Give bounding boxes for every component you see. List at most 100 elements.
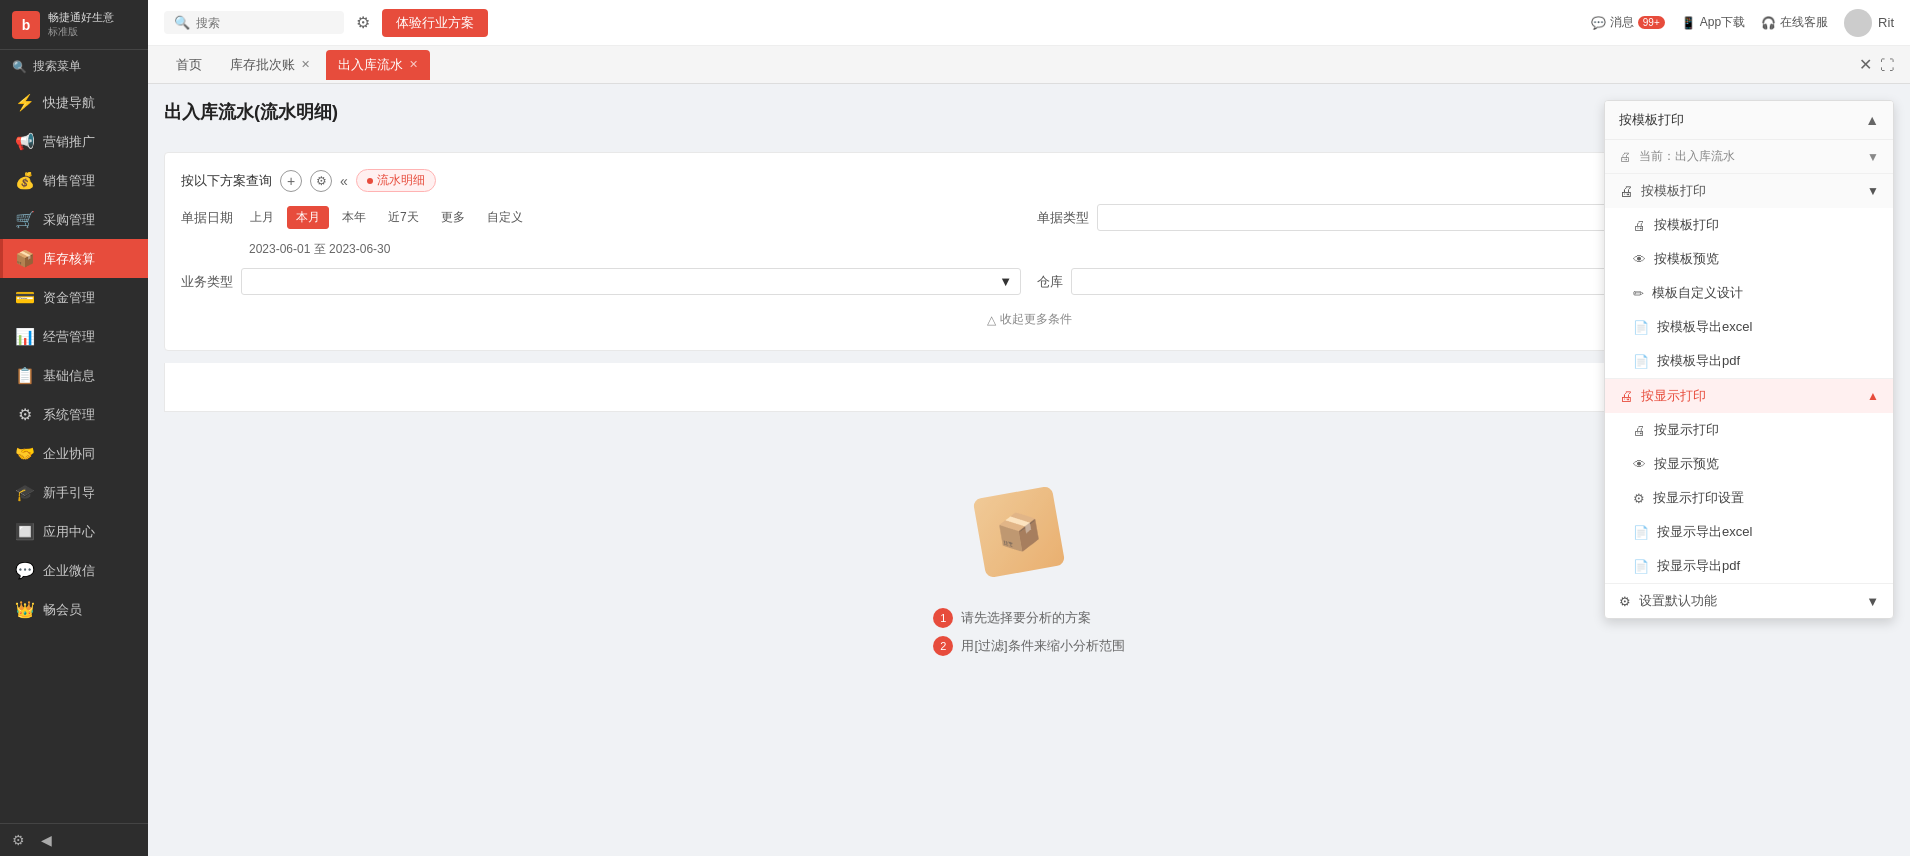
tab-home[interactable]: 首页: [164, 50, 214, 80]
template-export-excel-label: 按模板导出excel: [1657, 318, 1752, 336]
template-section-icon: 🖨: [1619, 183, 1633, 199]
type-label: 单据类型: [1037, 209, 1089, 227]
template-custom-label: 模板自定义设计: [1652, 284, 1743, 302]
user-area[interactable]: Rit: [1844, 9, 1894, 37]
sidebar-collapse-btn[interactable]: ◀: [41, 832, 52, 848]
sidebar-item-member[interactable]: 👑 畅会员: [0, 590, 148, 629]
empty-step-2: 2 用[过滤]条件来缩小分析范围: [933, 636, 1124, 656]
app-name: 畅捷通好生意: [48, 10, 114, 25]
display-print-item[interactable]: 🖨 按显示打印: [1605, 413, 1893, 447]
business-type-select[interactable]: ▼: [241, 268, 1021, 295]
app-logo-icon: b: [12, 11, 40, 39]
date-btn-this-month[interactable]: 本月: [287, 206, 329, 229]
message-button[interactable]: 💬 消息 99+: [1591, 14, 1665, 31]
online-service-button[interactable]: 🎧 在线客服: [1761, 14, 1828, 31]
sidebar-item-wechat[interactable]: 💬 企业微信: [0, 551, 148, 590]
sales-icon: 💰: [15, 171, 35, 190]
sidebar-item-label: 销售管理: [43, 172, 95, 190]
wechat-icon: 💬: [15, 561, 35, 580]
template-export-excel-item[interactable]: 📄 按模板导出excel: [1605, 310, 1893, 344]
sidebar-item-label: 经营管理: [43, 328, 95, 346]
app-name-block: 畅捷通好生意 标准版: [48, 10, 114, 39]
template-print-item[interactable]: 🖨 按模板打印: [1605, 208, 1893, 242]
display-export-pdf-item[interactable]: 📄 按显示导出pdf: [1605, 549, 1893, 583]
display-export-excel-item[interactable]: 📄 按显示导出excel: [1605, 515, 1893, 549]
date-btn-this-year[interactable]: 本年: [333, 206, 375, 229]
sidebar-item-sales[interactable]: 💰 销售管理: [0, 161, 148, 200]
date-label: 单据日期: [181, 209, 233, 227]
sidebar-item-inventory[interactable]: 📦 库存核算: [0, 239, 148, 278]
display-print-icon: 🖨: [1633, 423, 1646, 438]
template-custom-icon: ✏: [1633, 286, 1644, 301]
sidebar-item-operations[interactable]: 📊 经营管理: [0, 317, 148, 356]
date-field: 单据日期 上月 本月 本年 近7天 更多 自定义: [181, 206, 1021, 229]
topbar-right: 💬 消息 99+ 📱 App下载 🎧 在线客服 Rit: [1591, 9, 1894, 37]
step-1-text: 请先选择要分析的方案: [961, 609, 1091, 627]
filter-settings-button[interactable]: ⚙: [310, 170, 332, 192]
purchase-icon: 🛒: [15, 210, 35, 229]
tab-inout-flow-close[interactable]: ✕: [409, 58, 418, 71]
step-2-text: 用[过滤]条件来缩小分析范围: [961, 637, 1124, 655]
sidebar-item-app-center[interactable]: 🔲 应用中心: [0, 512, 148, 551]
filter-collapse-button[interactable]: «: [340, 173, 348, 189]
basic-icon: 📋: [15, 366, 35, 385]
sidebar-item-label: 采购管理: [43, 211, 95, 229]
tab-inout-flow[interactable]: 出入库流水 ✕: [326, 50, 430, 80]
display-print-settings-item[interactable]: ⚙ 按显示打印设置: [1605, 481, 1893, 515]
dropdown-template-section-header[interactable]: 🖨 按模板打印 ▼: [1605, 174, 1893, 208]
message-badge: 99+: [1638, 16, 1665, 29]
sidebar-item-quick-nav[interactable]: ⚡ 快捷导航: [0, 83, 148, 122]
inventory-icon: 📦: [15, 249, 35, 268]
user-name: Rit: [1878, 15, 1894, 30]
sidebar-item-system[interactable]: ⚙ 系统管理: [0, 395, 148, 434]
sidebar-item-marketing[interactable]: 📢 营销推广: [0, 122, 148, 161]
date-btn-last-month[interactable]: 上月: [241, 206, 283, 229]
tabs-expand-button[interactable]: ⛶: [1880, 57, 1894, 73]
app-download-icon: 📱: [1681, 16, 1696, 30]
app-download-button[interactable]: 📱 App下载: [1681, 14, 1745, 31]
sidebar-item-guide[interactable]: 🎓 新手引导: [0, 473, 148, 512]
template-print-item-icon: 🖨: [1633, 218, 1646, 233]
sidebar-settings-btn[interactable]: ⚙: [12, 832, 25, 848]
sidebar-item-basic[interactable]: 📋 基础信息: [0, 356, 148, 395]
sidebar-item-label: 系统管理: [43, 406, 95, 424]
current-template-arrow: ▼: [1867, 150, 1879, 164]
template-export-pdf-icon: 📄: [1633, 354, 1649, 369]
sidebar: b 畅捷通好生意 标准版 🔍 搜索菜单 ⚡ 快捷导航 📢 营销推广 💰 销售管理…: [0, 0, 148, 856]
display-print-settings-icon: ⚙: [1633, 491, 1645, 506]
template-preview-item[interactable]: 👁 按模板预览: [1605, 242, 1893, 276]
display-section-label: 按显示打印: [1641, 387, 1706, 405]
date-btn-last-7-days[interactable]: 近7天: [379, 206, 428, 229]
topbar-search-input[interactable]: [196, 16, 316, 30]
dropdown-header-actions: ▲: [1865, 112, 1879, 128]
dropdown-footer[interactable]: ⚙ 设置默认功能 ▼: [1605, 584, 1893, 618]
template-export-pdf-item[interactable]: 📄 按模板导出pdf: [1605, 344, 1893, 378]
tab-batch-account-close[interactable]: ✕: [301, 58, 310, 71]
template-preview-label: 按模板预览: [1654, 250, 1719, 268]
filter-add-button[interactable]: +: [280, 170, 302, 192]
date-btn-more[interactable]: 更多: [432, 206, 474, 229]
sidebar-search[interactable]: 🔍 搜索菜单: [0, 50, 148, 83]
topbar-gear-icon[interactable]: ⚙: [356, 13, 370, 32]
display-preview-item[interactable]: 👁 按显示预览: [1605, 447, 1893, 481]
filter-tag-item[interactable]: 流水明细: [356, 169, 436, 192]
dropdown-collapse-button[interactable]: ▲: [1865, 112, 1879, 128]
industry-solution-button[interactable]: 体验行业方案: [382, 9, 488, 37]
template-custom-item[interactable]: ✏ 模板自定义设计: [1605, 276, 1893, 310]
sidebar-item-finance[interactable]: 💳 资金管理: [0, 278, 148, 317]
dropdown-display-section-header[interactable]: 🖨 按显示打印 ▲: [1605, 379, 1893, 413]
sidebar-item-enterprise[interactable]: 🤝 企业协同: [0, 434, 148, 473]
tabs-bar: 首页 库存批次账 ✕ 出入库流水 ✕ ✕ ⛶: [148, 46, 1910, 84]
warehouse-label: 仓库: [1037, 273, 1063, 291]
tab-batch-account[interactable]: 库存批次账 ✕: [218, 50, 322, 80]
topbar-search-box[interactable]: 🔍: [164, 11, 344, 34]
member-icon: 👑: [15, 600, 35, 619]
sidebar-item-purchase[interactable]: 🛒 采购管理: [0, 200, 148, 239]
display-export-pdf-icon: 📄: [1633, 559, 1649, 574]
template-icon: 🖨: [1619, 150, 1631, 164]
tab-inout-flow-label: 出入库流水: [338, 56, 403, 74]
date-btn-custom[interactable]: 自定义: [478, 206, 532, 229]
quick-nav-icon: ⚡: [15, 93, 35, 112]
sidebar-item-label: 库存核算: [43, 250, 95, 268]
tabs-close-all-button[interactable]: ✕: [1859, 55, 1872, 74]
